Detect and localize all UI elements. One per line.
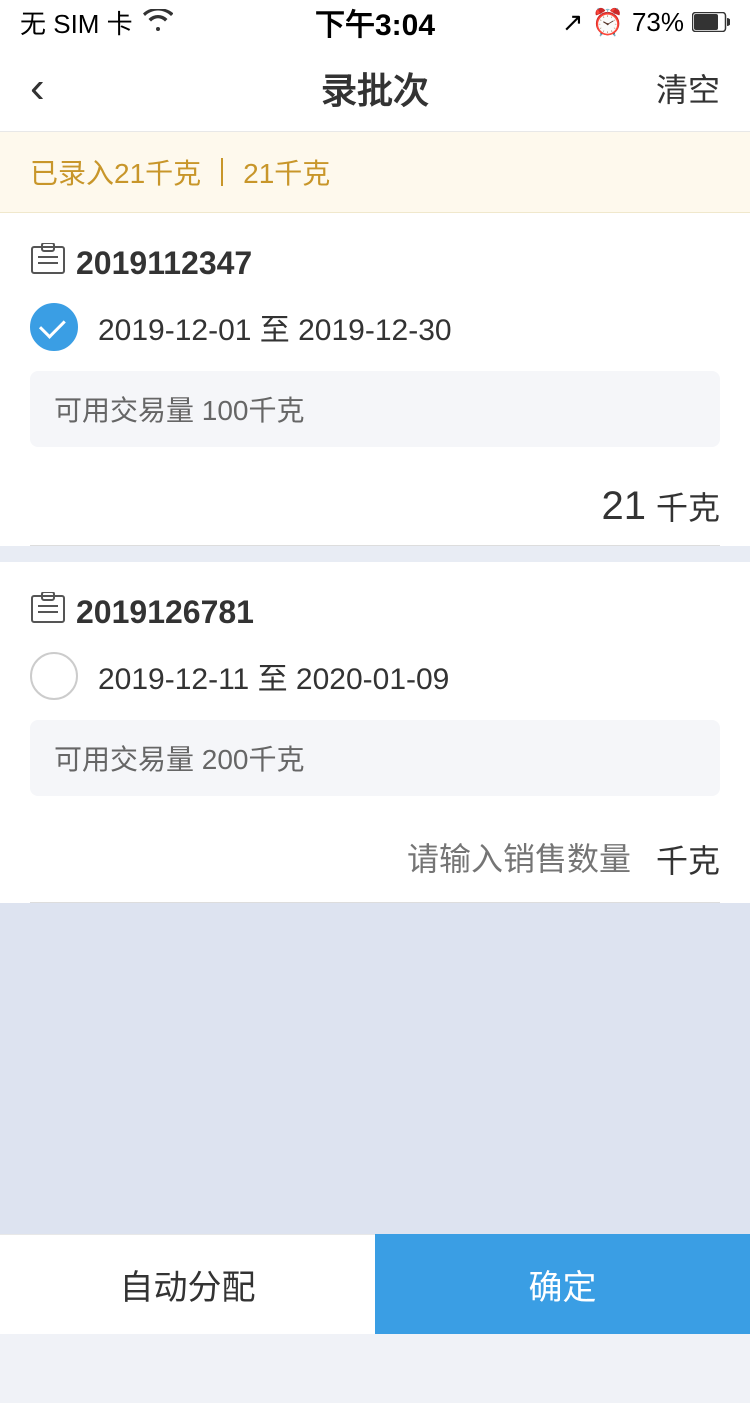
batch-id-2: 2019126781	[76, 594, 254, 631]
carrier-label: 无 SIM 卡	[20, 4, 133, 41]
wifi-icon	[143, 7, 173, 38]
batch-date-2: 2019-12-11 至 2020-01-09	[98, 654, 449, 698]
batch-card-1: 2019112347 2019-12-01 至 2019-12-30 可用交易量…	[0, 213, 750, 546]
status-right: ↗ ⏰ 73%	[562, 7, 730, 38]
batch-row-2[interactable]: 2019-12-11 至 2020-01-09	[0, 642, 750, 710]
batch-icon-2	[30, 592, 66, 632]
bottom-bar: 自动分配 确定	[0, 1234, 750, 1334]
recorded-label: 已录入21千克	[30, 152, 201, 192]
auto-distribute-button[interactable]: 自动分配	[0, 1234, 375, 1334]
confirm-button[interactable]: 确定	[375, 1234, 750, 1334]
batch-header-2: 2019126781	[0, 562, 750, 642]
battery-label: 73%	[632, 7, 684, 38]
nav-bar: ‹ 录批次 清空	[0, 44, 750, 132]
amount-value-1: 21	[601, 484, 646, 529]
clear-button[interactable]: 清空	[656, 65, 720, 111]
input-row-2[interactable]: 千克	[0, 816, 750, 902]
batch-row-1[interactable]: 2019-12-01 至 2019-12-30	[0, 293, 750, 361]
status-left: 无 SIM 卡	[20, 4, 173, 41]
available-row-2: 可用交易量 200千克	[30, 720, 720, 796]
status-bar: 无 SIM 卡 下午3:04 ↗ ⏰ 73%	[0, 0, 750, 44]
total-label: 21千克	[243, 152, 330, 192]
batch-header-1: 2019112347	[0, 213, 750, 293]
available-text-2: 可用交易量 200千克	[54, 744, 305, 775]
amount-unit-1: 千克	[656, 483, 720, 529]
batch-id-1: 2019112347	[76, 245, 252, 282]
radio-2[interactable]	[30, 652, 78, 700]
summary-bar: 已录入21千克 21千克	[0, 132, 750, 213]
back-button[interactable]: ‹	[30, 66, 45, 110]
qty-unit-2: 千克	[656, 836, 720, 882]
qty-input-2[interactable]	[30, 841, 646, 878]
radio-1[interactable]	[30, 303, 78, 351]
batch-card-2: 2019126781 2019-12-11 至 2020-01-09 可用交易量…	[0, 562, 750, 903]
time-label: 下午3:04	[315, 0, 435, 44]
batch-icon-1	[30, 243, 66, 283]
page-title: 录批次	[321, 62, 429, 114]
available-row-1: 可用交易量 100千克	[30, 371, 720, 447]
battery-icon	[692, 12, 730, 32]
alarm-icon: ⏰	[592, 7, 624, 38]
location-icon: ↗	[562, 7, 584, 38]
amount-row-1: 21 千克	[0, 467, 750, 545]
available-text-1: 可用交易量 100千克	[54, 395, 305, 426]
summary-divider	[221, 158, 223, 186]
batch-date-1: 2019-12-01 至 2019-12-30	[98, 305, 452, 349]
section-divider	[0, 546, 750, 562]
